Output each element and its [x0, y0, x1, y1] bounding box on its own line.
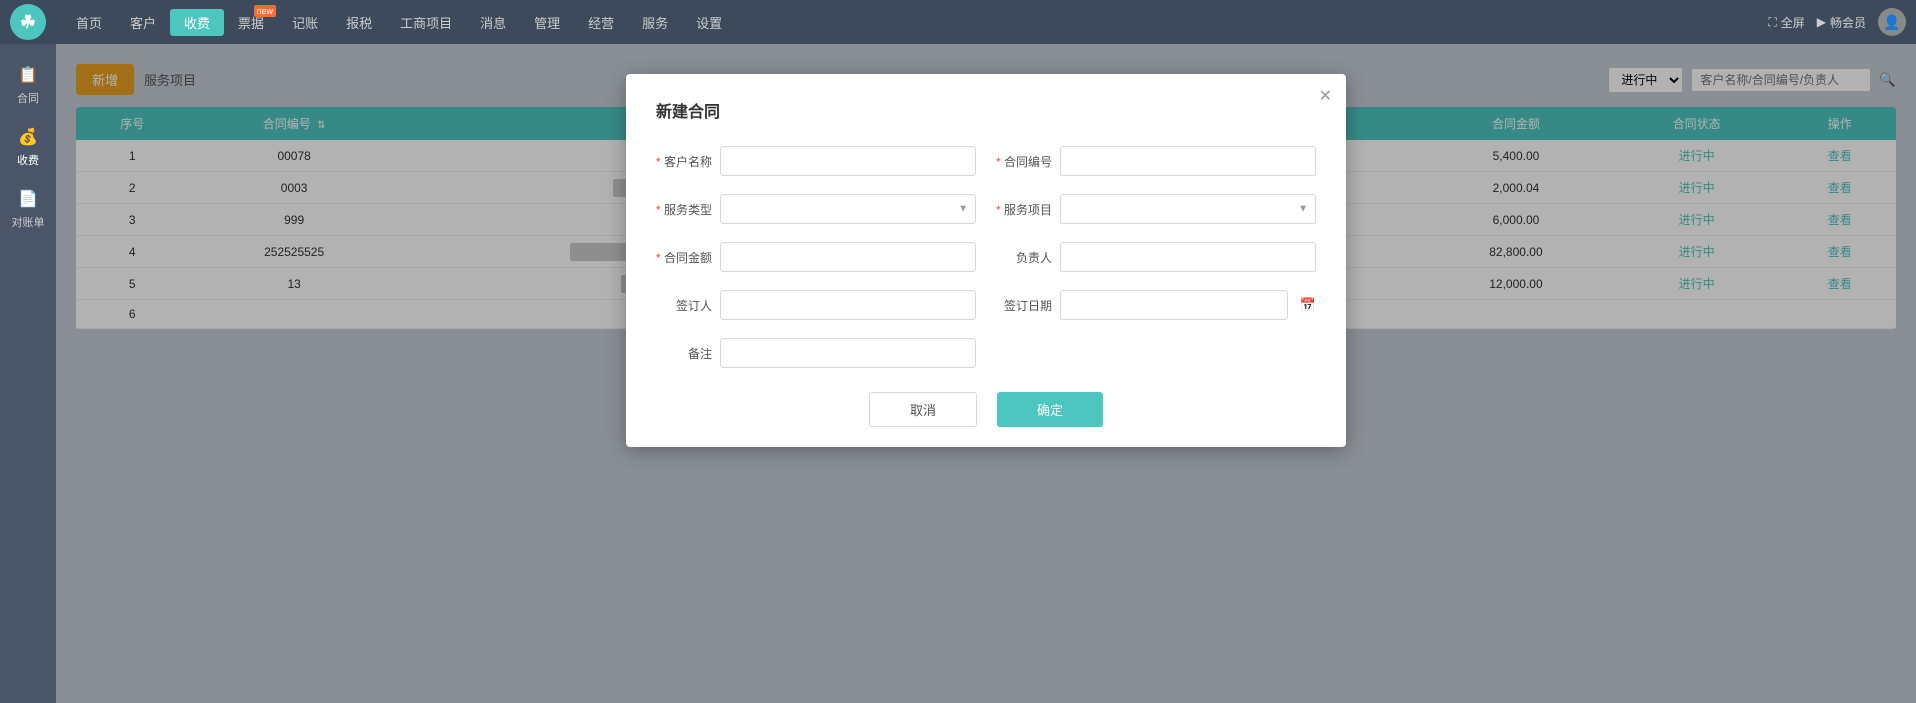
nav-fees[interactable]: 收费: [170, 9, 224, 36]
contract-no-label: 合同编号: [996, 153, 1052, 170]
form-row-2: 服务类型 ▼ 服务项目 ▼: [656, 194, 1316, 224]
responsible-label: 负责人: [996, 249, 1052, 266]
top-navigation: ☘ 首页 客户 收费 票据 new 记账 报税 工商项目 消息 管理 经营 服务…: [0, 0, 1916, 44]
sidebar: 📋 合同 💰 收费 📄 对账单: [0, 44, 56, 703]
amount-input[interactable]: 0.00: [720, 242, 976, 272]
signer-label: 签订人: [656, 297, 712, 314]
nav-home[interactable]: 首页: [62, 9, 116, 36]
customer-name-label: 客户名称: [656, 153, 712, 170]
modal-close-button[interactable]: ✕: [1319, 86, 1332, 106]
modal-overlay: 新建合同 ✕ 客户名称 合同编号 服务类型: [56, 44, 1916, 703]
contract-icon: 📋: [17, 64, 39, 86]
service-item-label: 服务项目: [996, 201, 1052, 218]
fullscreen-label: 全屏: [1781, 14, 1805, 31]
form-group-responsible: 负责人: [996, 242, 1316, 272]
nav-bills[interactable]: 票据 new: [224, 9, 278, 36]
form-group-sign-date: 签订日期 2023-06-06 📅: [996, 290, 1316, 320]
nav-items: 首页 客户 收费 票据 new 记账 报税 工商项目 消息 管理 经营 服务 设…: [62, 9, 1768, 36]
new-badge: new: [254, 5, 277, 17]
nav-manage[interactable]: 管理: [520, 9, 574, 36]
service-type-select[interactable]: [720, 194, 976, 224]
form-group-remarks: 备注: [656, 338, 976, 368]
signer-input[interactable]: [720, 290, 976, 320]
form-row-1: 客户名称 合同编号: [656, 146, 1316, 176]
nav-tax[interactable]: 报税: [332, 9, 386, 36]
main-layout: 📋 合同 💰 收费 📄 对账单 新增 服务项目 进行中 已完成 已终止: [0, 44, 1916, 703]
customer-name-input[interactable]: [720, 146, 976, 176]
form-row-3: 合同金额 0.00 负责人: [656, 242, 1316, 272]
nav-customer[interactable]: 客户: [116, 9, 170, 36]
sidebar-label-fees: 收费: [17, 152, 39, 168]
nav-commerce[interactable]: 工商项目: [386, 9, 466, 36]
statement-icon: 📄: [17, 188, 39, 210]
nav-operations[interactable]: 经营: [574, 9, 628, 36]
app-logo: ☘: [10, 4, 46, 40]
service-type-label: 服务类型: [656, 201, 712, 218]
nav-message[interactable]: 消息: [466, 9, 520, 36]
content-area: 新增 服务项目 进行中 已完成 已终止 🔍 序号 合同编号 ⇅: [56, 44, 1916, 703]
service-type-select-wrapper: ▼: [720, 194, 976, 224]
avatar[interactable]: 👤: [1878, 8, 1906, 36]
remarks-input[interactable]: [720, 338, 976, 368]
fullscreen-icon: ⛶: [1768, 15, 1776, 30]
form-group-signer: 签订人: [656, 290, 976, 320]
sidebar-item-fees[interactable]: 💰 收费: [0, 116, 56, 178]
form-group-service-type: 服务类型 ▼: [656, 194, 976, 224]
modal-dialog: 新建合同 ✕ 客户名称 合同编号 服务类型: [626, 74, 1346, 447]
service-item-select-wrapper: ▼: [1060, 194, 1316, 224]
form-group-amount: 合同金额 0.00: [656, 242, 976, 272]
confirm-button[interactable]: 确定: [997, 392, 1103, 427]
contract-no-input[interactable]: [1060, 146, 1316, 176]
sidebar-item-contract[interactable]: 📋 合同: [0, 54, 56, 116]
form-group-customer-name: 客户名称: [656, 146, 976, 176]
service-item-select[interactable]: [1060, 194, 1316, 224]
member-button[interactable]: ▶ 畅会员: [1817, 14, 1866, 31]
sign-date-input[interactable]: 2023-06-06: [1060, 290, 1288, 320]
play-icon: ▶: [1817, 15, 1826, 29]
nav-bookkeeping[interactable]: 记账: [278, 9, 332, 36]
sidebar-label-statement: 对账单: [12, 214, 45, 230]
remarks-label: 备注: [656, 345, 712, 362]
nav-settings[interactable]: 设置: [682, 9, 736, 36]
fees-icon: 💰: [17, 126, 39, 148]
form-group-contract-no: 合同编号: [996, 146, 1316, 176]
sign-date-label: 签订日期: [996, 297, 1052, 314]
cancel-button[interactable]: 取消: [869, 392, 977, 427]
amount-label: 合同金额: [656, 249, 712, 266]
member-label: 畅会员: [1830, 14, 1866, 31]
modal-footer: 取消 确定: [656, 392, 1316, 427]
form-row-4: 签订人 签订日期 2023-06-06 📅: [656, 290, 1316, 320]
fullscreen-button[interactable]: ⛶ 全屏: [1768, 14, 1804, 31]
responsible-input[interactable]: [1060, 242, 1316, 272]
modal-title: 新建合同: [656, 98, 1316, 122]
nav-service[interactable]: 服务: [628, 9, 682, 36]
calendar-icon[interactable]: 📅: [1300, 297, 1316, 313]
nav-right: ⛶ 全屏 ▶ 畅会员 👤: [1768, 8, 1906, 36]
sidebar-item-statement[interactable]: 📄 对账单: [0, 178, 56, 240]
form-row-5: 备注: [656, 338, 1316, 368]
sidebar-label-contract: 合同: [17, 90, 39, 106]
form-group-service-item: 服务项目 ▼: [996, 194, 1316, 224]
